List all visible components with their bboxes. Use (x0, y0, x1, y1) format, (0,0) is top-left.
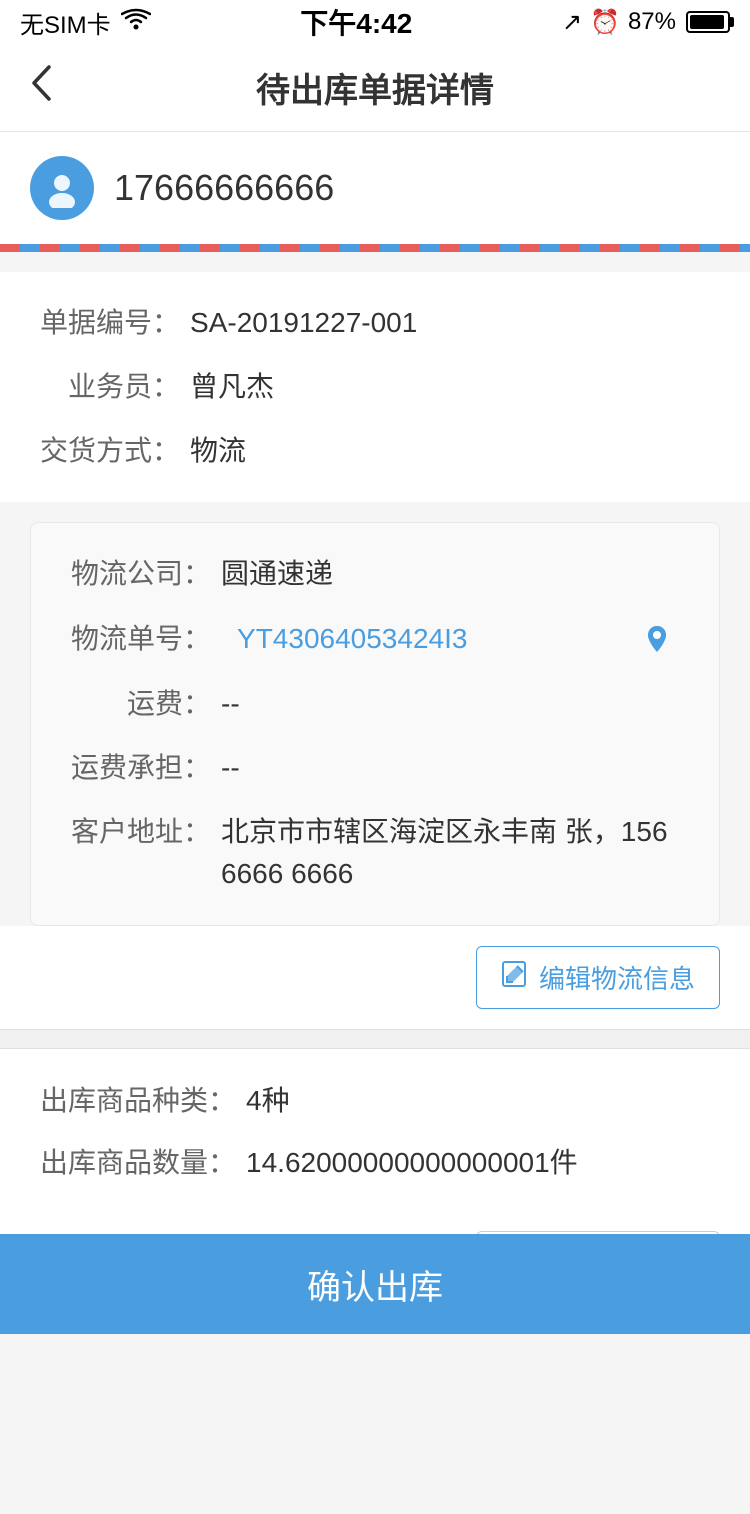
tracking-no-label: 物流单号： (71, 618, 211, 660)
goods-types-value: 4种 (246, 1079, 710, 1119)
wifi-icon (121, 8, 151, 36)
location-pin-icon[interactable] (635, 617, 679, 661)
salesperson-label: 业务员： (40, 366, 180, 408)
confirm-button[interactable]: 确认出库 (0, 1234, 750, 1334)
logistics-company-label: 物流公司： (71, 553, 211, 595)
confirm-label: 确认出库 (307, 1260, 443, 1309)
nav-bar: 待出库单据详情 (0, 44, 750, 132)
status-left: 无SIM卡 (20, 5, 151, 40)
customer-header: 17666666666 (0, 132, 750, 244)
freight-value: -- (221, 683, 679, 725)
page-title: 待出库单据详情 (256, 63, 494, 112)
order-no-row: 单据编号： SA-20191227-001 (40, 302, 710, 344)
tracking-no-row: 物流单号： YT43064053424I3 (71, 617, 679, 661)
edit-btn-wrap: 编辑物流信息 (0, 926, 750, 1029)
status-time: 下午4:42 (300, 2, 412, 42)
alarm-icon: ⏰ (590, 8, 620, 37)
back-button[interactable] (30, 64, 52, 111)
goods-quantity-value: 14.62000000000000001件 (246, 1141, 710, 1181)
freight-row: 运费： -- (71, 683, 679, 725)
goods-types-label: 出库商品种类： (40, 1079, 236, 1119)
logistics-company-value: 圆通速递 (221, 553, 679, 595)
freight-bearer-row: 运费承担： -- (71, 747, 679, 789)
avatar (30, 156, 94, 220)
section-separator (0, 1029, 750, 1049)
freight-bearer-value: -- (221, 747, 679, 789)
salesperson-row: 业务员： 曾凡杰 (40, 366, 710, 408)
battery-label: 87% (628, 8, 676, 36)
edit-logistics-label: 编辑物流信息 (539, 959, 695, 996)
salesperson-value: 曾凡杰 (190, 366, 710, 408)
bottom-button-wrap: 确认出库 (0, 1234, 750, 1334)
tracking-no-value: YT43064053424I3 (237, 618, 619, 660)
order-no-value: SA-20191227-001 (190, 302, 710, 344)
address-label: 客户地址： (71, 811, 211, 853)
delivery-method-value: 物流 (190, 430, 710, 472)
bottom-spacer (0, 1314, 750, 1514)
carrier-label: 无SIM卡 (20, 5, 111, 40)
freight-bearer-label: 运费承担： (71, 747, 211, 789)
delivery-method-label: 交货方式： (40, 430, 180, 472)
logistics-card: 物流公司： 圆通速递 物流单号： YT43064053424I3 运费： -- … (30, 522, 720, 926)
status-right: ↗ ⏰ 87% (562, 8, 730, 37)
edit-logistics-button[interactable]: 编辑物流信息 (476, 946, 720, 1009)
order-info-section: 单据编号： SA-20191227-001 业务员： 曾凡杰 交货方式： 物流 (0, 272, 750, 502)
battery-icon (686, 11, 730, 33)
status-bar: 无SIM卡 下午4:42 ↗ ⏰ 87% (0, 0, 750, 44)
customer-phone: 17666666666 (114, 167, 334, 209)
address-value: 北京市市辖区海淀区永丰南 张，156 6666 6666 (221, 811, 679, 895)
location-icon: ↗ (562, 8, 582, 37)
delivery-method-row: 交货方式： 物流 (40, 430, 710, 472)
order-no-label: 单据编号： (40, 302, 180, 344)
goods-section: 出库商品种类： 4种 出库商品数量： 14.62000000000000001件 (0, 1049, 750, 1211)
edit-icon (501, 960, 529, 995)
logistics-company-row: 物流公司： 圆通速递 (71, 553, 679, 595)
address-row: 客户地址： 北京市市辖区海淀区永丰南 张，156 6666 6666 (71, 811, 679, 895)
goods-types-row: 出库商品种类： 4种 (40, 1079, 710, 1119)
freight-label: 运费： (71, 683, 211, 725)
dashed-divider (0, 244, 750, 252)
goods-quantity-label: 出库商品数量： (40, 1141, 236, 1181)
goods-quantity-row: 出库商品数量： 14.62000000000000001件 (40, 1141, 710, 1181)
